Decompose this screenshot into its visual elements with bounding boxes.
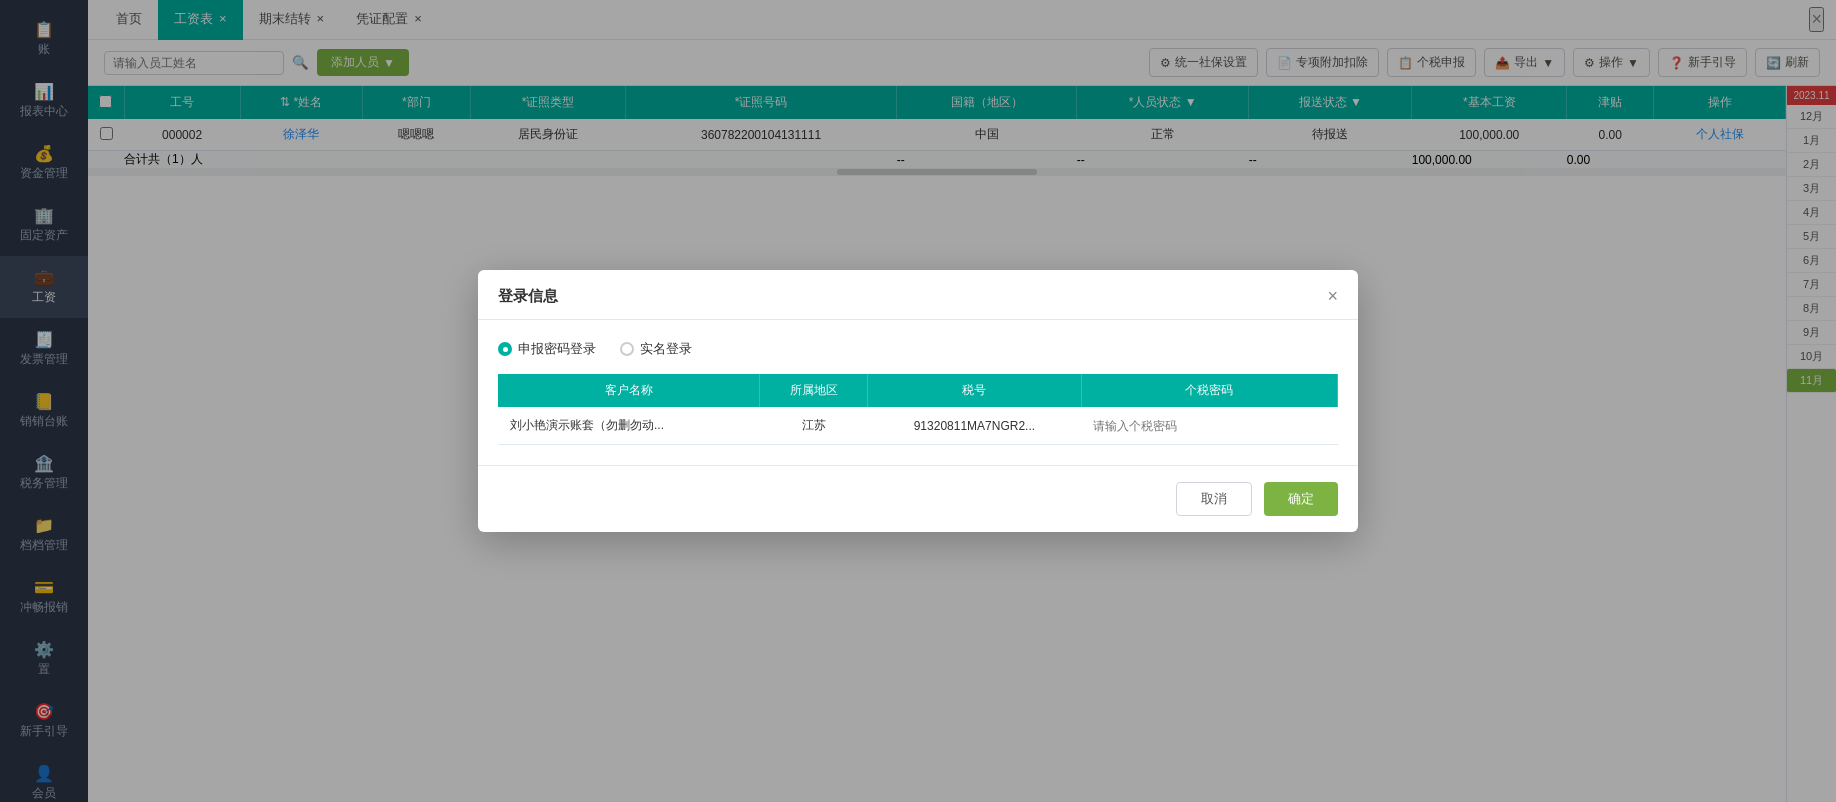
radio-password-dot	[498, 342, 512, 356]
dialog-body: 申报密码登录 实名登录 客户名称 所属地区 税号 个税密码	[478, 320, 1358, 465]
dialog-header: 登录信息 ×	[478, 270, 1358, 320]
customer-name: 刘小艳演示账套（勿删勿动...	[498, 407, 760, 445]
customer-region: 江苏	[760, 407, 867, 445]
col-region: 所属地区	[760, 374, 867, 407]
radio-password-login[interactable]: 申报密码登录	[498, 340, 596, 358]
tax-password-input[interactable]	[1093, 419, 1325, 433]
dialog-footer: 取消 确定	[478, 465, 1358, 532]
radio-realname-dot	[620, 342, 634, 356]
radio-realname-login[interactable]: 实名登录	[620, 340, 692, 358]
dialog-cancel-btn[interactable]: 取消	[1176, 482, 1252, 516]
login-dialog: 登录信息 × 申报密码登录 实名登录 客户名称 所属地区	[478, 270, 1358, 532]
login-table: 客户名称 所属地区 税号 个税密码 刘小艳演示账套（勿删勿动... 江苏 913…	[498, 374, 1338, 445]
col-customer-name: 客户名称	[498, 374, 760, 407]
col-tax-no: 税号	[867, 374, 1081, 407]
dialog-title: 登录信息	[498, 287, 558, 306]
dialog-close-btn[interactable]: ×	[1327, 286, 1338, 307]
customer-tax-no: 91320811MA7NGR2...	[867, 407, 1081, 445]
dialog-overlay: 登录信息 × 申报密码登录 实名登录 客户名称 所属地区	[0, 0, 1836, 802]
login-table-row: 刘小艳演示账套（勿删勿动... 江苏 91320811MA7NGR2...	[498, 407, 1338, 445]
col-tax-password: 个税密码	[1081, 374, 1337, 407]
tax-password-input-cell[interactable]	[1081, 407, 1337, 445]
login-type-radio-group: 申报密码登录 实名登录	[498, 340, 1338, 358]
dialog-confirm-btn[interactable]: 确定	[1264, 482, 1338, 516]
